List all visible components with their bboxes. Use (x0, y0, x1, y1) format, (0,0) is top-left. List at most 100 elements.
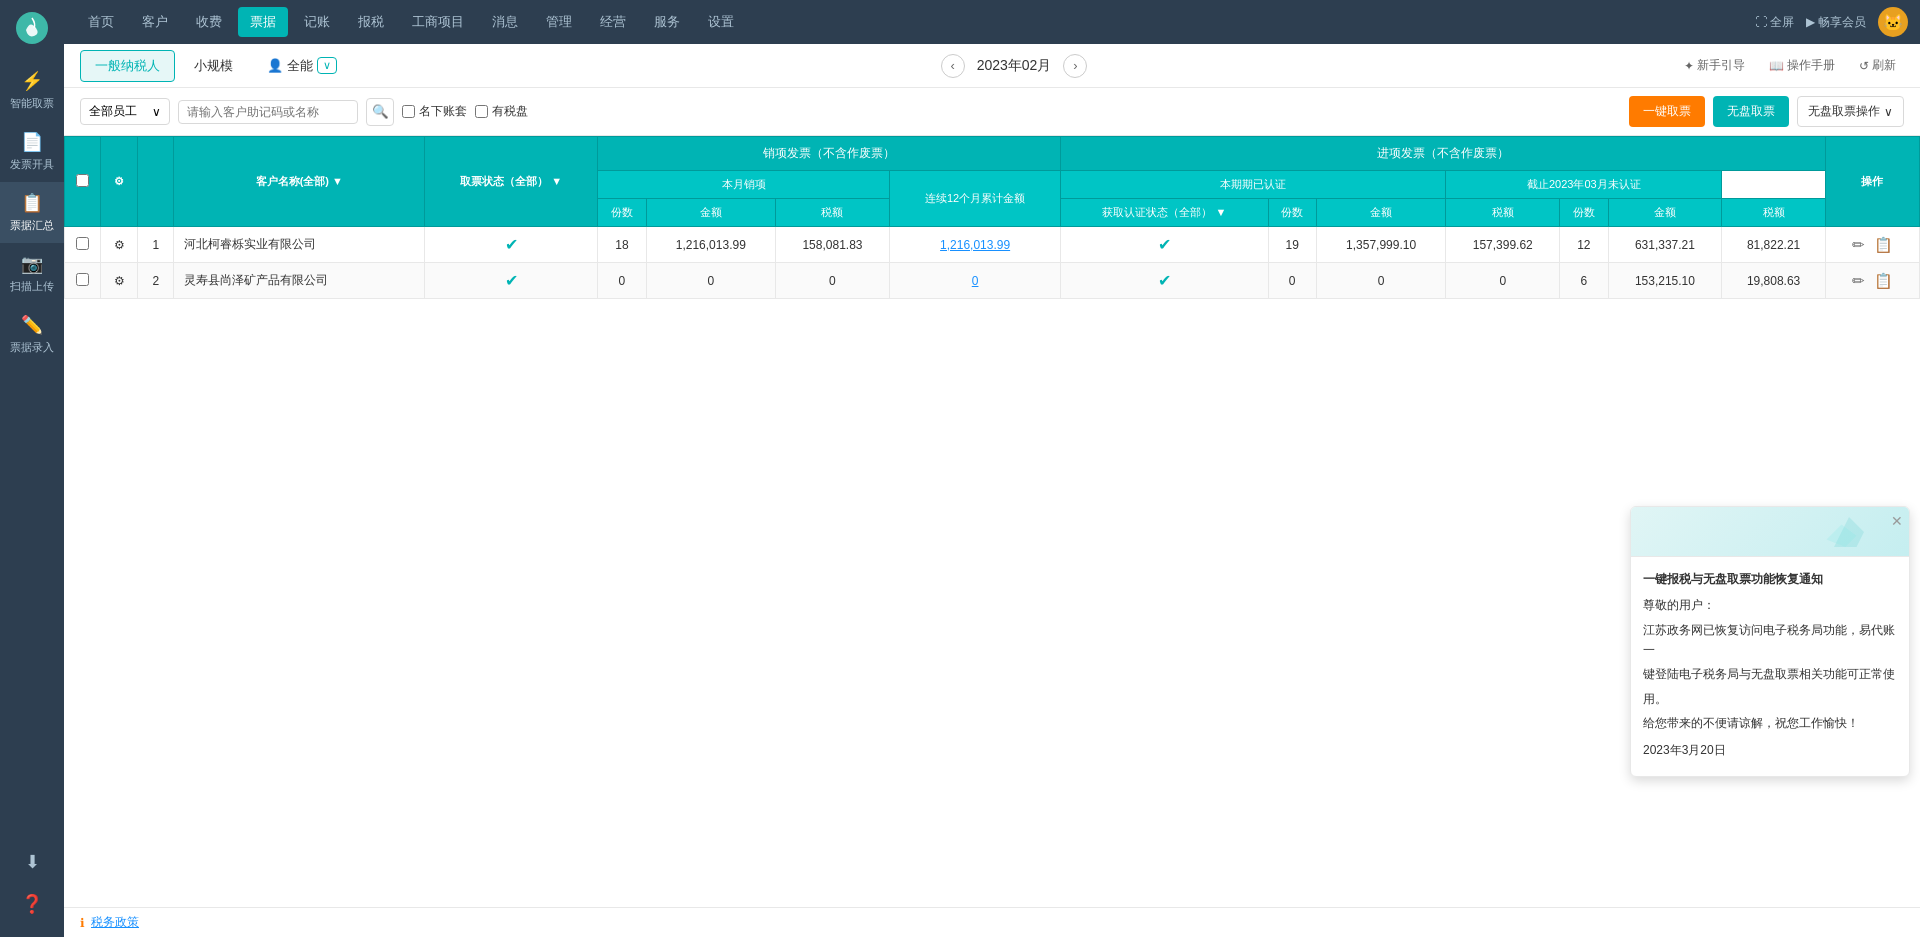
tab-small[interactable]: 小规模 (179, 50, 248, 82)
row-edit-btn-0[interactable]: ✏ (1852, 236, 1865, 253)
refresh-btn[interactable]: ↺ 刷新 (1851, 53, 1904, 78)
row-sales-12m-1: 0 (889, 263, 1060, 299)
check-taxdisk[interactable] (475, 105, 488, 118)
nav-service[interactable]: 服务 (642, 7, 692, 37)
row-edit-btn-1[interactable]: ✏ (1852, 272, 1865, 289)
row-sales-amount-0: 1,216,013.99 (646, 227, 775, 263)
row-purchase-unrecog-amount-1: 153,215.10 (1608, 263, 1722, 299)
nav-management[interactable]: 管理 (534, 7, 584, 37)
nav-tax[interactable]: 报税 (346, 7, 396, 37)
nav-payment[interactable]: 收费 (184, 7, 234, 37)
employee-label: 全部员工 (89, 103, 137, 120)
sidebar-download[interactable]: ⬇ (0, 841, 64, 883)
row-detail-btn-0[interactable]: 📋 (1874, 236, 1893, 253)
sidebar: ⚡ 智能取票 📄 发票开具 📋 票据汇总 📷 扫描上传 ✏️ 票据录入 ⬇ ❓ (0, 0, 64, 937)
table-row: ⚙ 1 河北柯睿栎实业有限公司 ✔ 18 1,216,013.99 158,08… (65, 227, 1920, 263)
row-settings-1: ⚙ (114, 274, 125, 288)
select-all-checkbox[interactable] (76, 174, 89, 187)
row-fetch-status-1: ✔ (425, 263, 598, 299)
notification-popup: ✕ 一键报税与无盘取票功能恢复通知 尊敬的用户： 江苏政务网已恢复访问电子税务局… (1630, 506, 1910, 777)
purchase-group-header: 进项发票（不含作废票） (1061, 137, 1826, 171)
sales-count-header: 份数 (598, 199, 646, 227)
nav-message[interactable]: 消息 (480, 7, 530, 37)
filter-right-actions: 一键取票 无盘取票 无盘取票操作 ∨ (1629, 96, 1904, 127)
row-sales-count-1: 0 (598, 263, 646, 299)
invoice-summary-icon: 📋 (21, 192, 43, 214)
customer-search-input[interactable] (178, 100, 358, 124)
nav-invoice[interactable]: 票据 (238, 7, 288, 37)
no-disk-ops-btn[interactable]: 无盘取票操作 ∨ (1797, 96, 1904, 127)
nav-operation[interactable]: 经营 (588, 7, 638, 37)
nav-settings[interactable]: 设置 (696, 7, 746, 37)
row-purchase-unrecog-tax-1: 19,808.63 (1722, 263, 1825, 299)
notification-header: ✕ (1631, 507, 1909, 557)
next-month-btn[interactable]: › (1063, 54, 1087, 78)
row-index-0: 1 (138, 227, 174, 263)
sidebar-help[interactable]: ❓ (0, 883, 64, 925)
row-sales-tax-0: 158,081.83 (776, 227, 890, 263)
sidebar-item-smart-fetch[interactable]: ⚡ 智能取票 (0, 60, 64, 121)
search-button[interactable]: 🔍 (366, 98, 394, 126)
row-checkbox-1[interactable] (76, 273, 89, 286)
avatar[interactable]: 🐱 (1878, 7, 1908, 37)
row-customer-1: 灵寿县尚泽矿产品有限公司 (174, 263, 425, 299)
row-purchase-recog-count-0: 19 (1268, 227, 1316, 263)
row-checkbox-0[interactable] (76, 237, 89, 250)
no-disk-fetch-btn[interactable]: 无盘取票 (1713, 96, 1789, 127)
fullscreen-btn[interactable]: ⛶ 全屏 (1755, 14, 1794, 31)
check-account[interactable] (402, 105, 415, 118)
nav-right: ⛶ 全屏 ▶ 畅享会员 🐱 (1755, 7, 1908, 37)
sidebar-item-data-entry[interactable]: ✏️ 票据录入 (0, 304, 64, 365)
purchase-recog-count-header: 份数 (1268, 199, 1316, 227)
notification-date: 2023年3月20日 (1643, 740, 1897, 760)
tab-more-btn[interactable]: ∨ (317, 57, 337, 74)
col-fetch-status-header: 取票状态（全部） ▼ (425, 137, 598, 227)
sidebar-item-invoice-summary[interactable]: 📋 票据汇总 (0, 182, 64, 243)
sidebar-item-invoice-open[interactable]: 📄 发票开具 (0, 121, 64, 182)
sidebar-item-scan-upload[interactable]: 📷 扫描上传 (0, 243, 64, 304)
settings-icon: ⚙ (114, 175, 124, 187)
check-taxdisk-label[interactable]: 有税盘 (475, 103, 528, 120)
ops-dropdown-icon: ∨ (1884, 105, 1893, 119)
employee-select[interactable]: 全部员工 ∨ (80, 98, 170, 125)
nav-business[interactable]: 工商项目 (400, 7, 476, 37)
manual-btn[interactable]: 📖 操作手册 (1761, 53, 1843, 78)
row-purchase-recog-tax-0: 157,399.62 (1446, 227, 1560, 263)
unrecognized-header: 截止2023年03月未认证 (1446, 171, 1722, 199)
sales-amount-header: 金额 (646, 199, 775, 227)
purchase-recog-amount-header: 金额 (1316, 199, 1445, 227)
sales-group-header: 销项发票（不含作废票） (598, 137, 1061, 171)
row-customer-0: 河北柯睿栎实业有限公司 (174, 227, 425, 263)
notification-close-btn[interactable]: ✕ (1891, 513, 1903, 529)
policy-link[interactable]: 税务政策 (91, 914, 139, 931)
12month-header: 连续12个月累计金额 (889, 171, 1060, 227)
nav-home[interactable]: 首页 (76, 7, 126, 37)
bottom-bar: ℹ 税务政策 (64, 907, 1920, 937)
new-guide-btn[interactable]: ✦ 新手引导 (1676, 53, 1753, 78)
policy-icon: ℹ (80, 916, 85, 930)
row-auth-status-0: ✔ (1061, 227, 1268, 263)
row-detail-btn-1[interactable]: 📋 (1874, 272, 1893, 289)
nav-bookkeeping[interactable]: 记账 (292, 7, 342, 37)
notification-body2: 键登陆电子税务局与无盘取票相关功能可正常使 (1643, 664, 1897, 684)
row-purchase-recog-amount-1: 0 (1316, 263, 1445, 299)
notification-body3: 用。 (1643, 689, 1897, 709)
row-action-1: ✏ 📋 (1825, 263, 1919, 299)
notification-greeting: 尊敬的用户： (1643, 595, 1897, 615)
member-icon: ▶ (1806, 15, 1815, 29)
main-area: 首页 客户 收费 票据 记账 报税 工商项目 消息 管理 经营 服务 设置 ⛶ … (64, 0, 1920, 937)
row-purchase-recog-amount-0: 1,357,999.10 (1316, 227, 1445, 263)
check-account-label[interactable]: 名下账套 (402, 103, 467, 120)
one-click-fetch-btn[interactable]: 一键取票 (1629, 96, 1705, 127)
prev-month-btn[interactable]: ‹ (941, 54, 965, 78)
tab-general[interactable]: 一般纳税人 (80, 50, 175, 82)
table-body: ⚙ 1 河北柯睿栎实业有限公司 ✔ 18 1,216,013.99 158,08… (65, 227, 1920, 299)
tab-all[interactable]: 👤 全能 ∨ (252, 50, 352, 82)
notification-title: 一键报税与无盘取票功能恢复通知 (1643, 569, 1897, 589)
data-entry-icon: ✏️ (21, 314, 43, 336)
member-btn[interactable]: ▶ 畅享会员 (1806, 14, 1866, 31)
help-icon: ❓ (21, 893, 43, 915)
nav-customer[interactable]: 客户 (130, 7, 180, 37)
row-sales-tax-1: 0 (776, 263, 890, 299)
app-logo (12, 8, 52, 48)
